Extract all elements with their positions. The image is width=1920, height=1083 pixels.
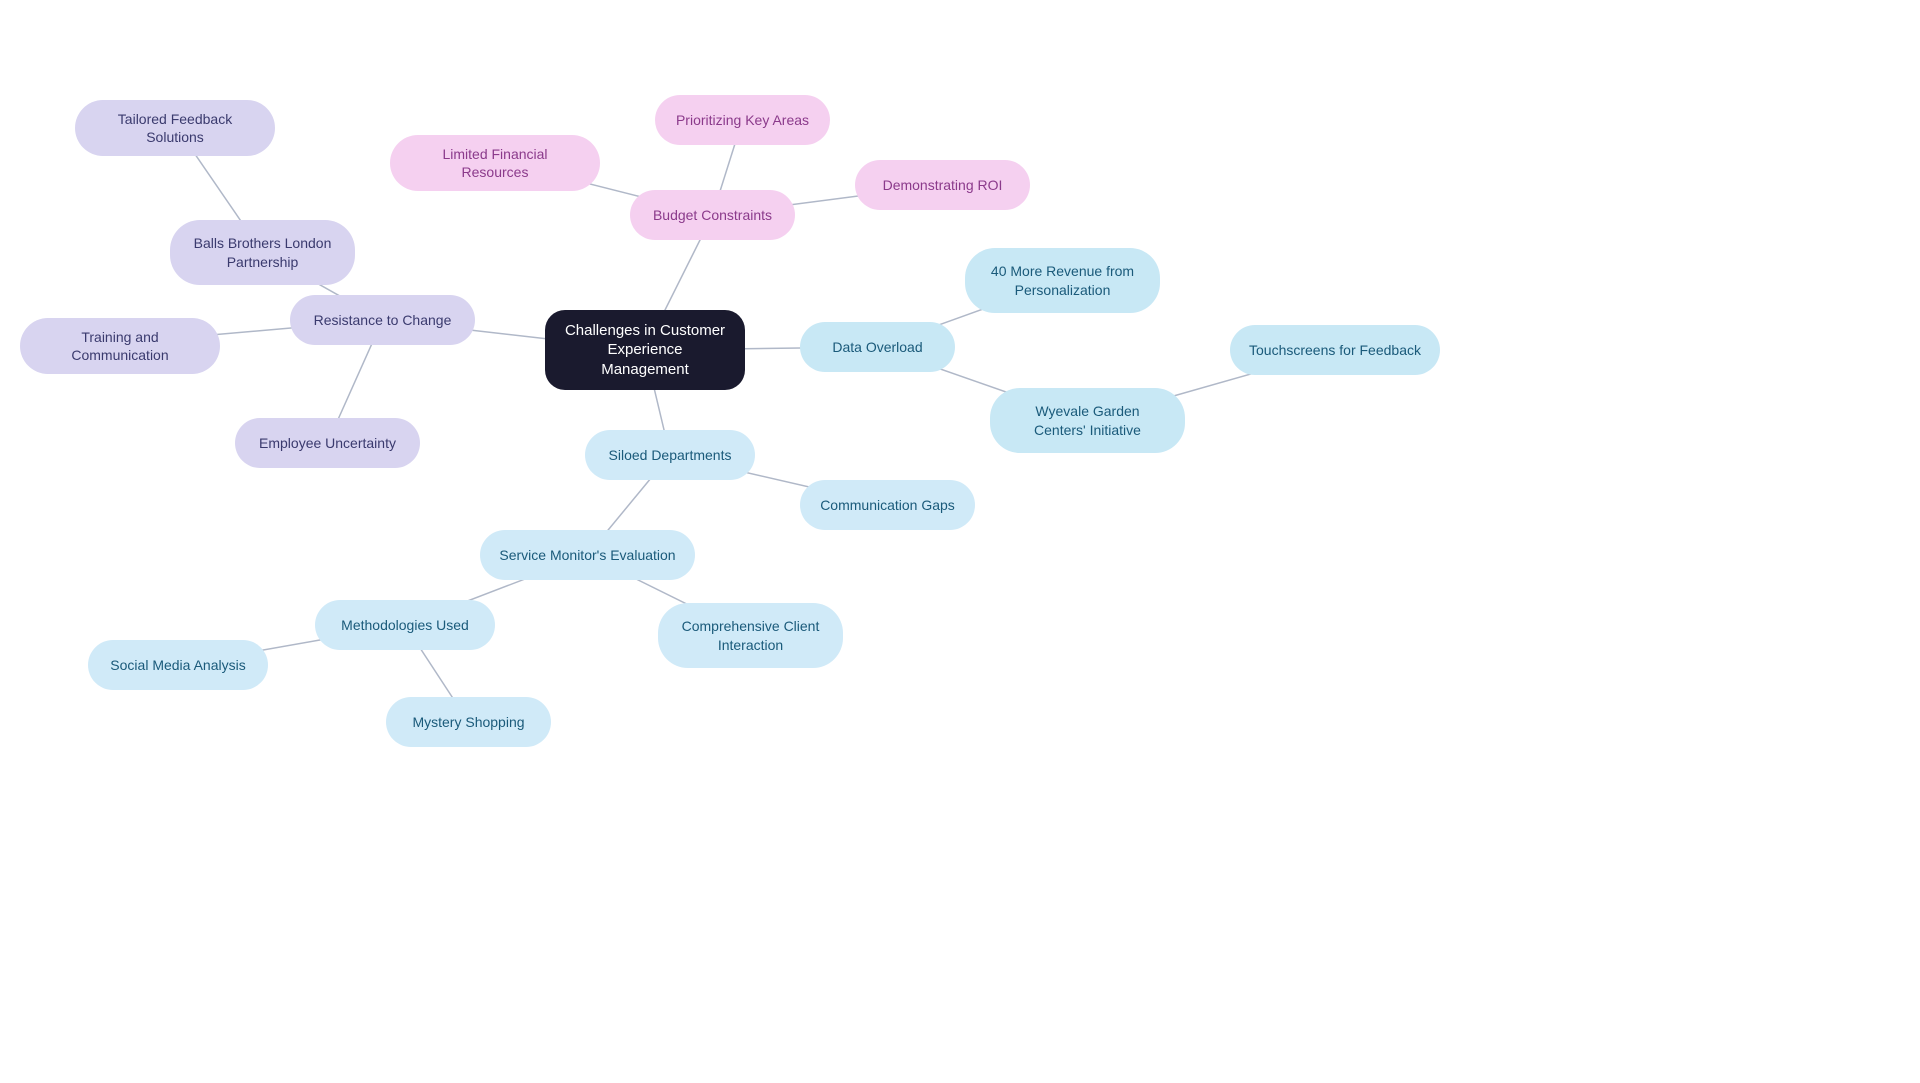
social-media-node[interactable]: Social Media Analysis xyxy=(88,640,268,690)
comprehensive-client-node[interactable]: Comprehensive Client Interaction xyxy=(658,603,843,668)
balls-brothers-node[interactable]: Balls Brothers London Partnership xyxy=(170,220,355,285)
employee-uncertainty-node[interactable]: Employee Uncertainty xyxy=(235,418,420,468)
40-more-revenue-node[interactable]: 40 More Revenue from Personalization xyxy=(965,248,1160,313)
limited-financial-node[interactable]: Limited Financial Resources xyxy=(390,135,600,191)
center-node[interactable]: Challenges in Customer Experience Manage… xyxy=(545,310,745,390)
service-monitor-node[interactable]: Service Monitor's Evaluation xyxy=(480,530,695,580)
wyevale-node[interactable]: Wyevale Garden Centers' Initiative xyxy=(990,388,1185,453)
budget-constraints-node[interactable]: Budget Constraints xyxy=(630,190,795,240)
methodologies-node[interactable]: Methodologies Used xyxy=(315,600,495,650)
training-comm-node[interactable]: Training and Communication xyxy=(20,318,220,374)
mystery-shopping-node[interactable]: Mystery Shopping xyxy=(386,697,551,747)
prioritizing-key-node[interactable]: Prioritizing Key Areas xyxy=(655,95,830,145)
tailored-feedback-node[interactable]: Tailored Feedback Solutions xyxy=(75,100,275,156)
siloed-depts-node[interactable]: Siloed Departments xyxy=(585,430,755,480)
demonstrating-roi-node[interactable]: Demonstrating ROI xyxy=(855,160,1030,210)
mindmap-container: Challenges in Customer Experience Manage… xyxy=(0,0,1920,1083)
resistance-change-node[interactable]: Resistance to Change xyxy=(290,295,475,345)
data-overload-node[interactable]: Data Overload xyxy=(800,322,955,372)
touchscreens-node[interactable]: Touchscreens for Feedback xyxy=(1230,325,1440,375)
communication-gaps-node[interactable]: Communication Gaps xyxy=(800,480,975,530)
